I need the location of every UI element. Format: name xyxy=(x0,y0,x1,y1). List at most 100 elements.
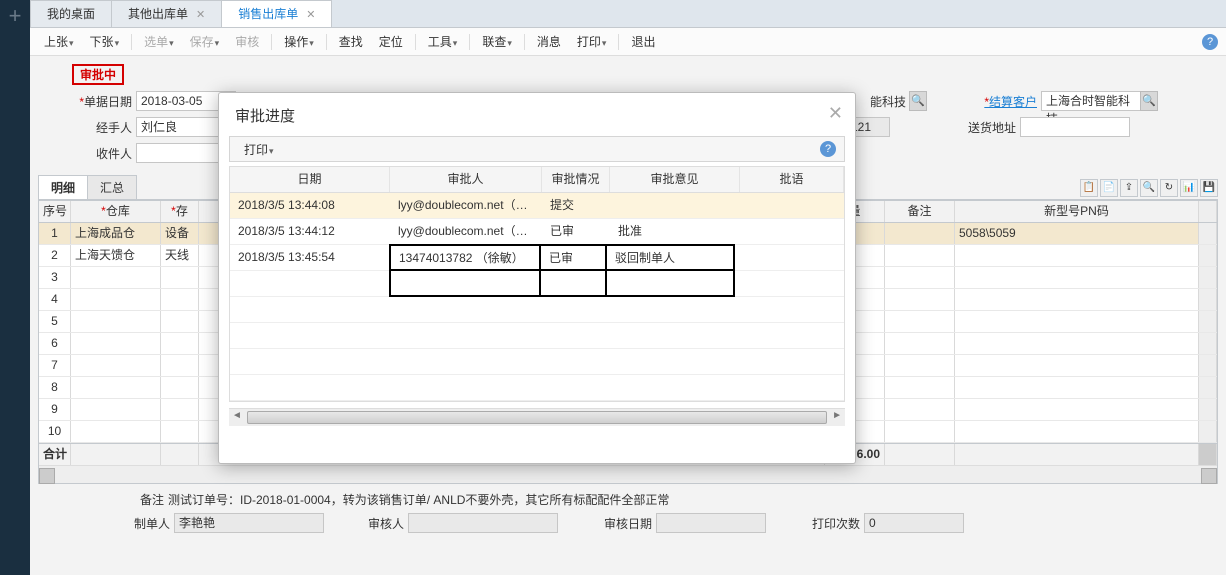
cell-date: 2018/3/5 13:44:08 xyxy=(230,193,390,218)
audit-date-field xyxy=(656,513,766,533)
cell-date: 2018/3/5 13:44:12 xyxy=(230,219,390,244)
maker-label: 制单人 xyxy=(130,515,170,532)
settle-customer-label[interactable]: 结算客户 xyxy=(977,93,1037,110)
tab-desktop[interactable]: 我的桌面 xyxy=(30,0,112,27)
tab-label: 销售出库单 xyxy=(238,7,298,21)
total-label: 合计 xyxy=(39,444,71,465)
search-icon[interactable]: 🔍 xyxy=(1140,91,1158,111)
approval-status-badge: 审批中 xyxy=(72,64,124,85)
tab-close-icon[interactable]: ✕ xyxy=(306,9,315,21)
tb-prev[interactable]: 上张▾ xyxy=(38,31,80,52)
search-icon[interactable]: 🔍 xyxy=(909,91,927,111)
tb-linkquery[interactable]: 联查▾ xyxy=(476,31,518,52)
cell-status: 提交 xyxy=(542,193,610,218)
grid-tab-detail[interactable]: 明细 xyxy=(38,175,88,199)
cell-comment xyxy=(734,245,844,270)
main-toolbar: 上张▾ 下张▾ 选单▾ 保存▾ 审核 操作▾ 查找 定位 工具▾ 联查▾ 消息 … xyxy=(30,28,1226,56)
scroll-down-icon[interactable] xyxy=(1199,444,1217,465)
cell-pn[interactable]: 5058\5059 xyxy=(955,223,1199,244)
grid-hscrollbar[interactable] xyxy=(39,465,1217,483)
remark-label: 备注 xyxy=(130,491,164,508)
copy-icon[interactable]: 📋 xyxy=(1080,179,1098,197)
chart-icon[interactable]: 📊 xyxy=(1180,179,1198,197)
tab-label: 其他出库单 xyxy=(128,7,188,21)
cell-seq: 2 xyxy=(39,245,71,266)
tb-print[interactable]: 打印▾ xyxy=(571,31,613,52)
help-icon[interactable]: ? xyxy=(820,141,836,157)
caret-icon: ▾ xyxy=(507,38,512,48)
cell-seq: 1 xyxy=(39,223,71,244)
tb-locate[interactable]: 定位 xyxy=(373,31,409,52)
col-date[interactable]: 日期 xyxy=(230,167,390,192)
export-icon[interactable]: ⇪ xyxy=(1120,179,1138,197)
cell-opinion xyxy=(610,193,740,218)
col-warehouse[interactable]: 仓库 xyxy=(71,201,161,222)
modal-close-icon[interactable]: ✕ xyxy=(828,103,843,124)
cell-pn[interactable] xyxy=(955,245,1199,266)
approval-grid: 日期 审批人 审批情况 审批意见 批语 2018/3/5 13:44:08lyy… xyxy=(229,166,845,402)
tb-find[interactable]: 查找 xyxy=(333,31,369,52)
approval-row[interactable]: 2018/3/5 13:44:08lyy@doublecom.net（…提交 xyxy=(230,193,844,219)
grid-tab-summary[interactable]: 汇总 xyxy=(87,175,137,199)
tab-other-outbound[interactable]: 其他出库单 ✕ xyxy=(111,0,222,27)
tab-close-icon[interactable]: ✕ xyxy=(196,9,205,21)
zoom-icon[interactable]: 🔍 xyxy=(1140,179,1158,197)
modal-hscrollbar[interactable] xyxy=(229,408,845,426)
caret-icon: ▾ xyxy=(453,38,458,48)
tb-audit: 审核 xyxy=(229,31,265,52)
approval-row-empty xyxy=(230,375,844,401)
approval-row[interactable]: 2018/3/5 13:44:12lyy@doublecom.net（…已审批准 xyxy=(230,219,844,245)
recipient-label: 收件人 xyxy=(72,145,132,162)
tb-tools[interactable]: 工具▾ xyxy=(422,31,464,52)
tb-exit[interactable]: 退出 xyxy=(625,31,661,52)
tab-sales-outbound[interactable]: 销售出库单 ✕ xyxy=(221,0,332,27)
cell-warehouse[interactable]: 上海天馈仓 xyxy=(71,245,161,266)
handler-label: 经手人 xyxy=(72,119,132,136)
col-opinion[interactable]: 审批意见 xyxy=(610,167,740,192)
save-layout-icon[interactable]: 💾 xyxy=(1200,179,1218,197)
settle-customer-field[interactable]: 上海合时智能科技 xyxy=(1041,91,1141,111)
cell-warehouse[interactable]: 上海成品仓 xyxy=(71,223,161,244)
tb-next[interactable]: 下张▾ xyxy=(84,31,126,52)
caret-icon: ▾ xyxy=(115,38,120,48)
col-pn[interactable]: 新型号PN码 xyxy=(955,201,1199,222)
ship-addr-field[interactable] xyxy=(1020,117,1130,137)
approval-progress-modal: 审批进度 ✕ 打印▾ ? 日期 审批人 审批情况 审批意见 批语 2018/3/… xyxy=(218,92,856,464)
approval-row-empty xyxy=(230,349,844,375)
modal-header: 审批进度 ✕ xyxy=(219,93,855,132)
tab-label: 我的桌面 xyxy=(47,7,95,21)
caret-icon: ▾ xyxy=(69,38,74,48)
auditor-label: 审核人 xyxy=(364,515,404,532)
audit-date-label: 审核日期 xyxy=(598,515,652,532)
col-stock[interactable]: 存 xyxy=(161,201,199,222)
tb-select[interactable]: 选单▾ xyxy=(138,31,180,52)
caret-icon: ▾ xyxy=(215,38,220,48)
approval-grid-header: 日期 审批人 审批情况 审批意见 批语 xyxy=(230,167,844,193)
cell-stock[interactable]: 天线 xyxy=(161,245,199,266)
cell-stock[interactable]: 设备 xyxy=(161,223,199,244)
tb-operate[interactable]: 操作▾ xyxy=(278,31,320,52)
col-status[interactable]: 审批情况 xyxy=(542,167,610,192)
remark-value: 测试订单号：ID-2018-01-0004，转为该销售订单/ ANLD不要外壳，… xyxy=(168,491,669,508)
doc-date-label: 单据日期 xyxy=(72,93,132,110)
approval-row[interactable]: 2018/3/5 13:45:5413474013782 （徐敏）已审驳回制单人 xyxy=(230,245,844,271)
print-count-field: 0 xyxy=(864,513,964,533)
modal-toolbar: 打印▾ ? xyxy=(229,136,845,162)
modal-print[interactable]: 打印▾ xyxy=(238,139,280,160)
cell-date: 2018/3/5 13:45:54 xyxy=(230,245,390,270)
col-note[interactable]: 备注 xyxy=(885,201,955,222)
help-icon[interactable]: ? xyxy=(1202,34,1218,50)
ship-addr-label: 送货地址 xyxy=(956,119,1016,136)
cell-approver: lyy@doublecom.net（… xyxy=(390,193,542,218)
cell-comment xyxy=(740,193,844,218)
col-comment[interactable]: 批语 xyxy=(740,167,844,192)
col-seq[interactable]: 序号 xyxy=(39,201,71,222)
paste-icon[interactable]: 📄 xyxy=(1100,179,1118,197)
print-count-label: 打印次数 xyxy=(806,515,860,532)
doc-tabs: 我的桌面 其他出库单 ✕ 销售出库单 ✕ xyxy=(30,0,1226,28)
col-approver[interactable]: 审批人 xyxy=(390,167,542,192)
tb-message[interactable]: 消息 xyxy=(531,31,567,52)
tb-save: 保存▾ xyxy=(184,31,226,52)
refresh-icon[interactable]: ↻ xyxy=(1160,179,1178,197)
new-window-button[interactable]: + xyxy=(0,0,30,36)
